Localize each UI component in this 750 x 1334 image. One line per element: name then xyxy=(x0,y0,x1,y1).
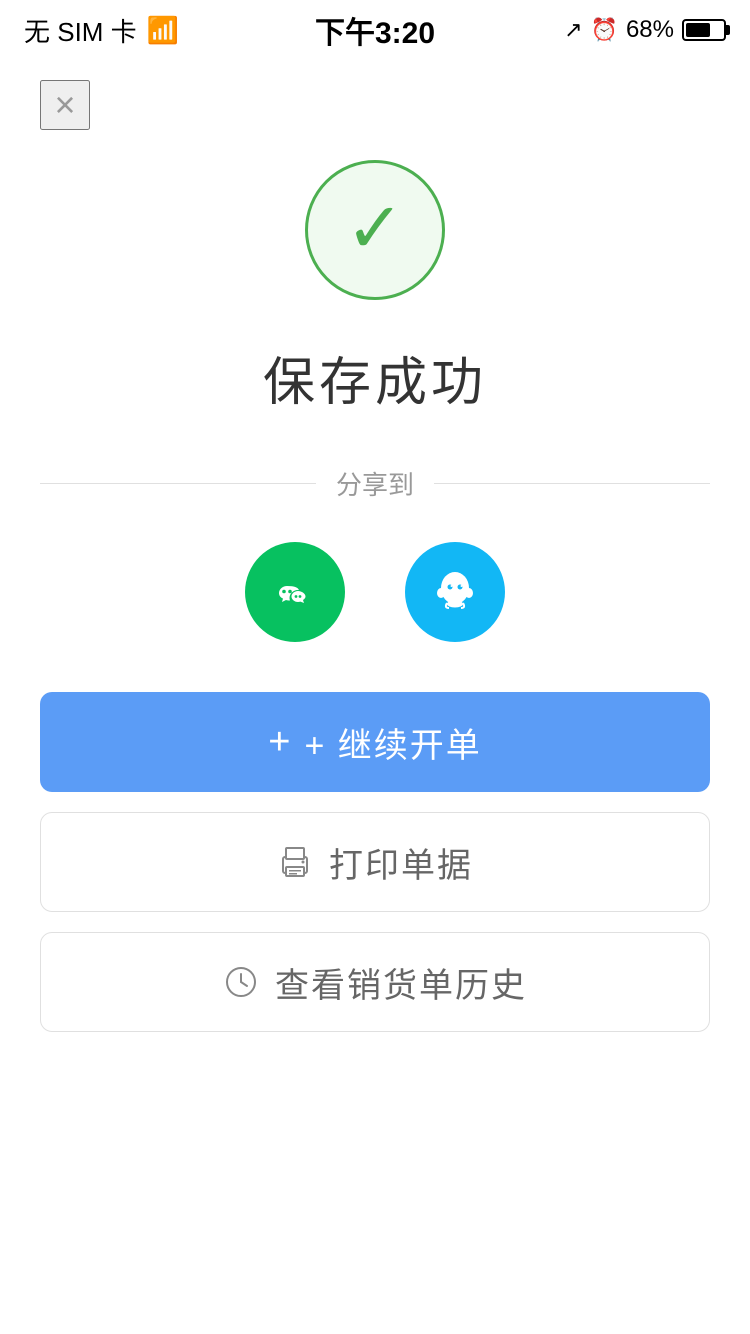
no-sim-label: 无 SIM 卡 xyxy=(24,12,137,49)
location-icon: ↗ xyxy=(564,17,582,43)
print-label: 打印单据 xyxy=(329,838,473,887)
divider-row: 分享到 xyxy=(40,465,710,502)
share-icons-row xyxy=(245,542,505,642)
share-section: 分享到 xyxy=(40,465,710,642)
continue-label: + 继续开单 xyxy=(304,718,481,767)
checkmark-icon: ✓ xyxy=(346,193,405,263)
action-buttons: + + 继续开单 打印单据 查看销货单历史 xyxy=(40,692,710,1032)
wechat-icon xyxy=(267,564,323,620)
main-content: × ✓ 保存成功 分享到 xyxy=(0,60,750,1334)
battery-percent: 68% xyxy=(626,16,674,44)
qq-icon xyxy=(427,564,483,620)
close-icon: × xyxy=(54,87,75,123)
status-right: ↗ ⏰ 68% xyxy=(564,16,726,44)
wifi-icon: 📶 xyxy=(147,15,179,46)
status-bar: 无 SIM 卡 📶 下午3:20 ↗ ⏰ 68% xyxy=(0,0,750,60)
status-time: 下午3:20 xyxy=(315,8,435,52)
plus-icon: + xyxy=(268,721,292,764)
divider-left xyxy=(40,483,316,484)
success-icon-circle: ✓ xyxy=(305,160,445,300)
battery-fill xyxy=(686,23,710,37)
battery-icon xyxy=(682,19,726,41)
divider-right xyxy=(434,483,710,484)
success-title: 保存成功 xyxy=(263,340,487,415)
alarm-icon: ⏰ xyxy=(591,17,618,43)
history-button[interactable]: 查看销货单历史 xyxy=(40,932,710,1032)
print-button[interactable]: 打印单据 xyxy=(40,812,710,912)
continue-button[interactable]: + + 继续开单 xyxy=(40,692,710,792)
status-left: 无 SIM 卡 📶 xyxy=(24,12,179,49)
share-label: 分享到 xyxy=(336,465,414,502)
printer-icon xyxy=(277,844,313,880)
close-button[interactable]: × xyxy=(40,80,90,130)
qq-share-button[interactable] xyxy=(405,542,505,642)
history-label: 查看销货单历史 xyxy=(275,958,527,1007)
wechat-share-button[interactable] xyxy=(245,542,345,642)
clock-icon xyxy=(223,964,259,1000)
